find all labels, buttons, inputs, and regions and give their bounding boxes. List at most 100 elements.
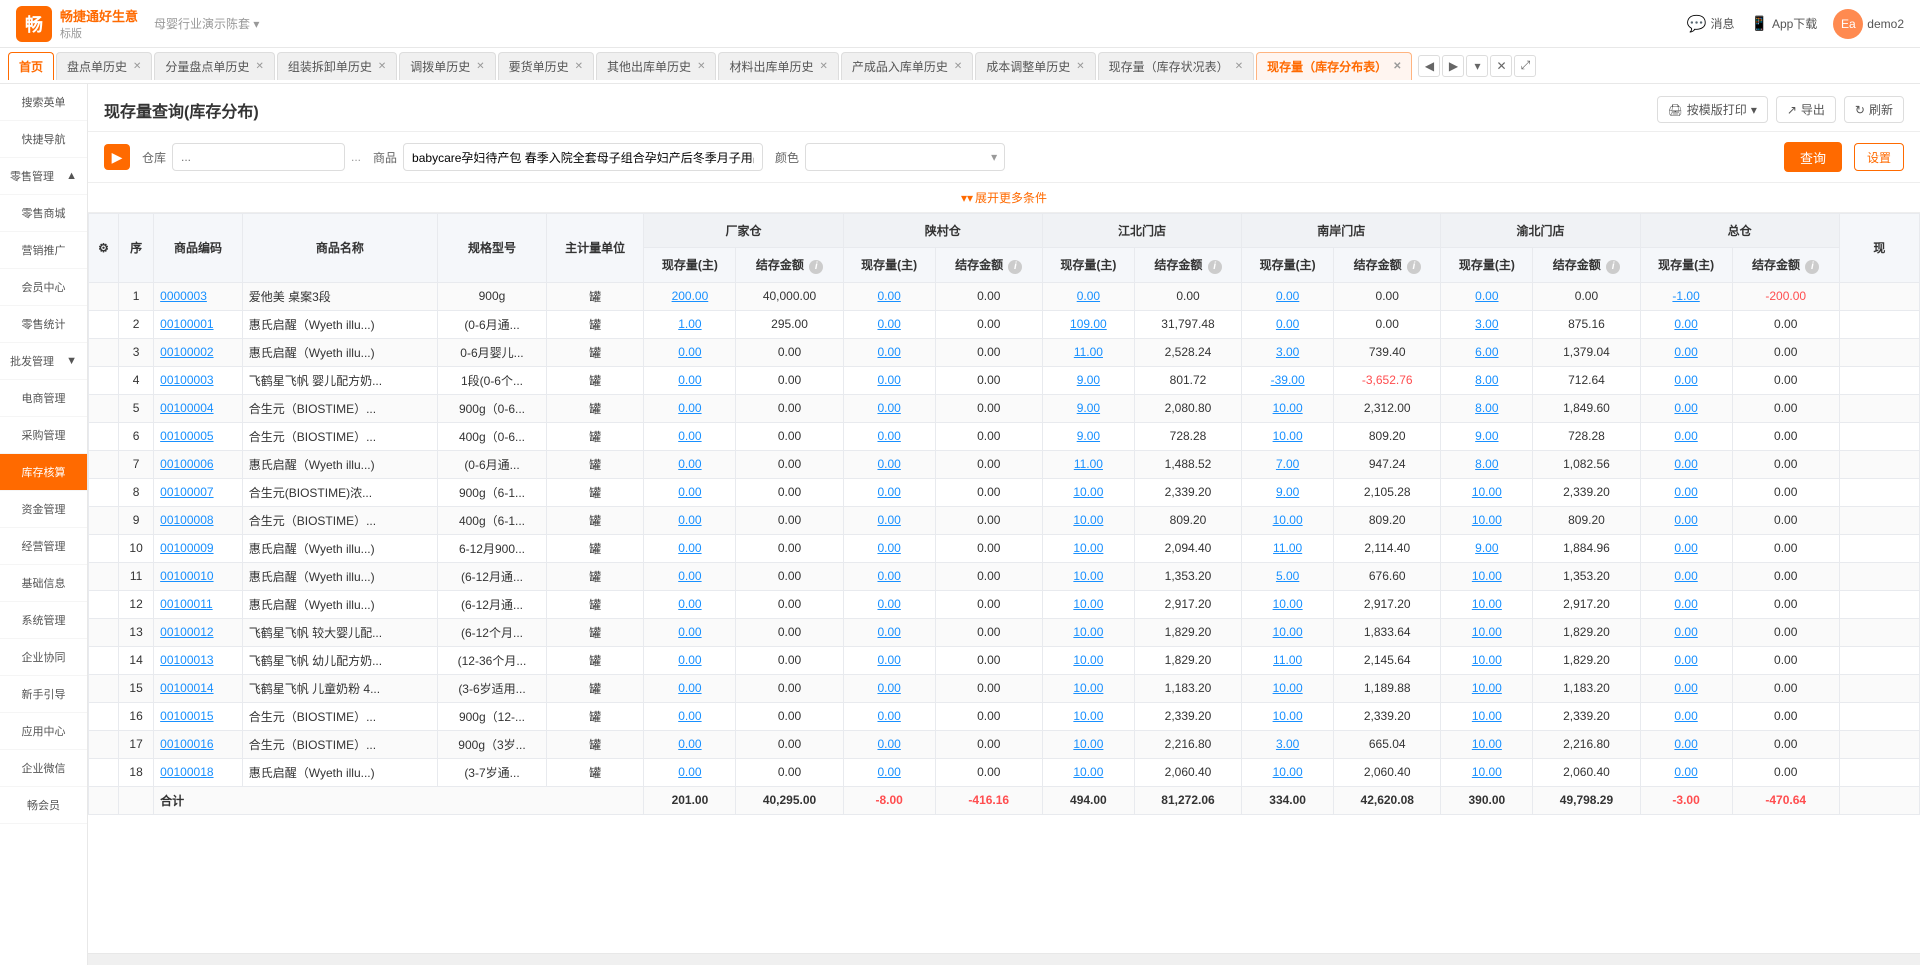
sidebar-item-retail-mall[interactable]: 零售商城 [0,195,87,232]
cell-tot-qty: 0.00 [1640,394,1732,422]
info-icon[interactable]: i [1606,260,1620,274]
info-icon[interactable]: i [1008,260,1022,274]
export-btn[interactable]: ↗ 导出 [1776,96,1836,123]
close-icon[interactable]: ✕ [1393,61,1401,72]
refresh-btn[interactable]: ↻ 刷新 [1844,96,1904,123]
close-icon[interactable]: ✕ [1235,61,1243,72]
table-row: 14 00100013 飞鹤星飞帆 幼儿配方奶... (12-36个月... 罐… [89,646,1920,674]
bottom-scroll[interactable] [88,953,1920,965]
expand-conditions-btn[interactable]: ▾▾ 展开更多条件 [961,189,1047,206]
cell-gear [89,394,119,422]
cell-value: 0.00 [644,562,736,590]
sidebar-item-finance[interactable]: 资金管理 [0,491,87,528]
app-download-btn[interactable]: 📱 App下载 [1751,15,1818,32]
close-icon[interactable]: ✕ [378,61,386,72]
cell-name: 飞鹤星飞帆 婴儿配方奶... [242,366,437,394]
sidebar-item-guide[interactable]: 新手引导 [0,676,87,713]
tab-nav-expand[interactable]: ⤢ [1514,55,1536,77]
cell-sha-amt: 0.00 [935,450,1042,478]
cell-value: 0.00 [843,506,935,534]
sidebar-item-basic-info[interactable]: 基础信息 [0,565,87,602]
info-icon[interactable]: i [1407,260,1421,274]
cell-gear [89,534,119,562]
tab-nav-prev[interactable]: ◀ [1418,55,1440,77]
expand-arrow-btn[interactable]: ▶ [104,144,130,170]
sidebar-item-vip[interactable]: 畅会员 [0,787,87,824]
warehouse-input[interactable] [172,143,345,171]
print-btn[interactable]: 🖨 按模版打印 ▾ [1657,96,1768,123]
info-icon[interactable]: i [1805,260,1819,274]
cell-sum-jb-qty: 494.00 [1042,786,1134,814]
sidebar-item-app-center[interactable]: 应用中心 [0,713,87,750]
sidebar-item-marketing[interactable]: 营销推广 [0,232,87,269]
tab-fenpan[interactable]: 分量盘点单历史 ✕ [154,52,274,80]
table-container[interactable]: ⚙ 序 商品编码 商品名称 规格型号 主计量单位 厂家仓 陕村仓 江北门店 南岸… [88,213,1920,953]
product-input[interactable] [403,143,763,171]
tab-xiancun-dist[interactable]: 现存量（库存分布表） ✕ [1256,52,1412,80]
info-icon[interactable]: i [1208,260,1222,274]
close-icon[interactable]: ✕ [697,61,705,72]
tab-diaob[interactable]: 调拨单历史 ✕ [399,52,495,80]
close-icon[interactable]: ✕ [819,61,827,72]
logo-icon: 畅 [25,11,43,37]
tab-home[interactable]: 首页 [8,52,54,80]
cell-jb-amt: 2,339.20 [1134,702,1241,730]
close-icon[interactable]: ✕ [1076,61,1084,72]
tab-nav-next[interactable]: ▶ [1442,55,1464,77]
col-na-qty: 现存量(主) [1242,248,1334,283]
cell-value: 0.00 [843,646,935,674]
cell-value: 200.00 [644,282,736,310]
sidebar-item-member[interactable]: 会员中心 [0,269,87,306]
info-icon[interactable]: i [809,260,823,274]
sidebar-item-wholesale[interactable]: 批发管理 ▼ [0,343,87,380]
tab-xiancun-status[interactable]: 现存量（库存状况表） ✕ [1098,52,1254,80]
table-row: 15 00100014 飞鹤星飞帆 儿童奶粉 4... (3-6岁适用... 罐… [89,674,1920,702]
chevron-up-icon: ▲ [66,170,77,182]
search-btn[interactable]: 查询 [1784,142,1842,172]
sidebar-item-wechat[interactable]: 企业微信 [0,750,87,787]
close-icon[interactable]: ✕ [575,61,583,72]
messages-btn[interactable]: 💬 消息 [1687,14,1735,34]
tab-qitachu[interactable]: 其他出库单历史 ✕ [596,52,716,80]
tab-nav-menu[interactable]: ▾ [1466,55,1488,77]
sidebar-item-quicknav[interactable]: 快捷导航 [0,121,87,158]
sidebar-item-retail-mgmt[interactable]: 零售管理 ▲ [0,158,87,195]
cell-na-amt: 2,312.00 [1334,394,1441,422]
tab-yaohuo[interactable]: 要货单历史 ✕ [498,52,594,80]
cell-yb-amt: 0.00 [1533,282,1640,310]
user-area[interactable]: Ea demo2 [1833,9,1904,39]
cell-fac-amt: 0.00 [736,562,843,590]
tab-zuzhuang[interactable]: 组装拆卸单历史 ✕ [277,52,397,80]
close-icon[interactable]: ✕ [476,61,484,72]
sidebar-item-operations[interactable]: 经营管理 [0,528,87,565]
cell-cur [1839,618,1919,646]
sidebar-item-search[interactable]: 搜索英单 [0,84,87,121]
cell-na-qty: 10.00 [1242,758,1334,786]
sidebar-item-retail-stats[interactable]: 零售统计 [0,306,87,343]
tab-pandian[interactable]: 盘点单历史 ✕ [56,52,152,80]
cell-summary-no [119,786,154,814]
sidebar-item-system[interactable]: 系统管理 [0,602,87,639]
color-input[interactable] [805,143,1005,171]
setting-btn[interactable]: 设置 [1854,143,1904,171]
col-gear[interactable]: ⚙ [89,214,119,283]
sidebar-item-enterprise[interactable]: 企业协同 [0,639,87,676]
tab-chengpin[interactable]: 产成品入库单历史 ✕ [841,52,973,80]
cell-fac-amt: 0.00 [736,422,843,450]
cell-sha-amt: 0.00 [935,506,1042,534]
gear-icon[interactable]: ⚙ [98,241,109,255]
cell-value: 0.00 [843,562,935,590]
tab-chengben[interactable]: 成本调整单历史 ✕ [975,52,1095,80]
sidebar-item-purchase[interactable]: 采购管理 [0,417,87,454]
tab-nav-close[interactable]: ✕ [1490,55,1512,77]
cell-yb-amt: 2,339.20 [1533,478,1640,506]
close-icon[interactable]: ✕ [133,61,141,72]
cell-sha-amt: 0.00 [935,618,1042,646]
cell-sha-amt: 0.00 [935,758,1042,786]
tab-cailiao[interactable]: 材料出库单历史 ✕ [718,52,838,80]
sidebar-item-ecommerce[interactable]: 电商管理 [0,380,87,417]
sidebar-item-inventory[interactable]: 库存核算 [0,454,87,491]
close-icon[interactable]: ✕ [255,61,263,72]
close-icon[interactable]: ✕ [954,61,962,72]
cell-spec: (6-12月通... [437,590,546,618]
